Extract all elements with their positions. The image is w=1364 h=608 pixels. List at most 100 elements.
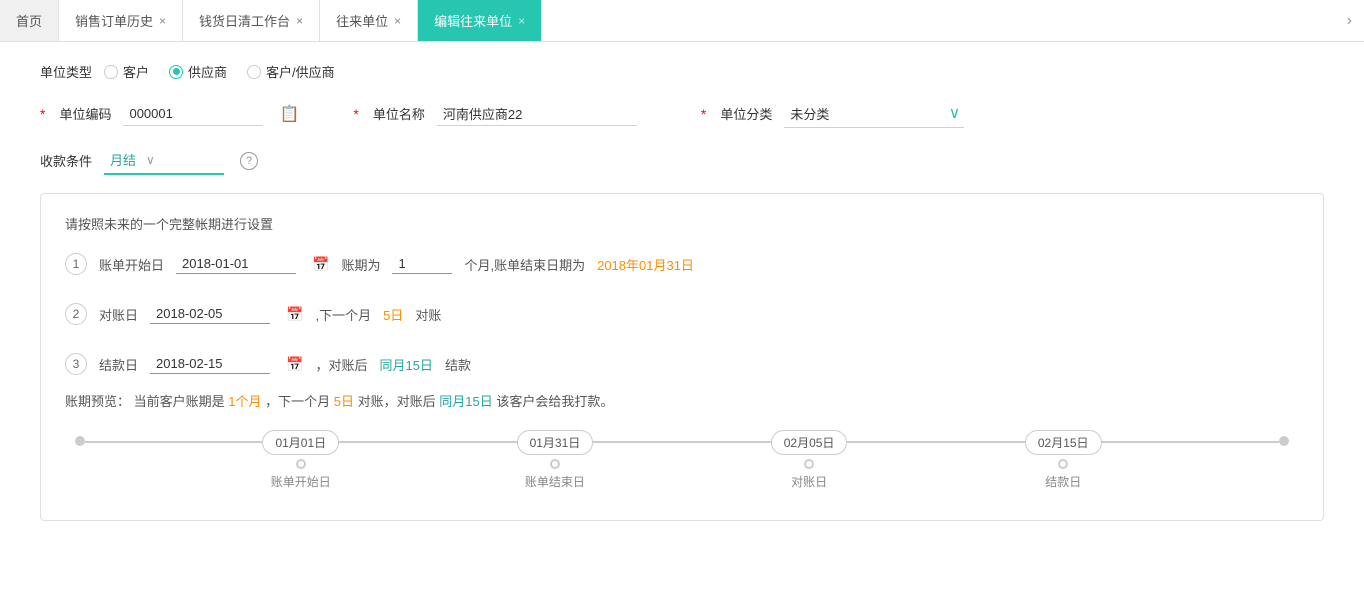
- page-content: 单位类型 客户 供应商 客户/供应商 * 单位编码 📋 * 单位名称: [0, 42, 1364, 608]
- category-dropdown-icon[interactable]: ∨: [945, 99, 965, 127]
- radio-both-label: 客户/供应商: [266, 62, 335, 81]
- step-2-suffix-end: 对账: [415, 305, 441, 324]
- step-3-calendar-icon[interactable]: 📅: [286, 356, 303, 373]
- timeline-dot-3: [804, 459, 814, 469]
- unit-name-input[interactable]: [437, 102, 637, 126]
- timeline-dot-4: [1058, 459, 1068, 469]
- tab-cash-workbench[interactable]: 钱货日清工作台 ×: [183, 0, 320, 41]
- timeline-left-dot-circle: [75, 436, 85, 446]
- unit-type-label: 单位类型: [40, 62, 92, 81]
- timeline-label-1: 账单开始日: [271, 473, 331, 490]
- step-2-date-input[interactable]: [150, 304, 270, 324]
- step-3-row: 3 结款日 📅 ，对账后 同月15日 结款: [65, 353, 1299, 375]
- step-3-num: 3: [65, 353, 87, 375]
- preview-text-4: 该客户会给我打款。: [496, 394, 613, 409]
- tab-sales-history-close[interactable]: ×: [159, 14, 166, 28]
- step-3-suffix-prefix: ，对账后: [315, 355, 367, 374]
- tab-counterparty-label: 往来单位: [336, 11, 388, 30]
- preview-text-2: ，下一个月: [265, 394, 330, 409]
- unit-code-input[interactable]: [123, 102, 263, 126]
- unit-category-required: *: [701, 106, 706, 122]
- step-2-num: 2: [65, 303, 87, 325]
- step-3-date-input[interactable]: [150, 354, 270, 374]
- step-1-label: 账单开始日: [99, 255, 164, 274]
- unit-type-row: 单位类型 客户 供应商 客户/供应商: [40, 62, 1324, 81]
- step-3-label: 结款日: [99, 355, 138, 374]
- timeline-left-dot: [75, 430, 85, 446]
- help-icon[interactable]: ?: [240, 152, 258, 170]
- step-2-highlight: 5日: [383, 305, 403, 324]
- tab-edit-counterparty[interactable]: 编辑往来单位 ×: [418, 0, 542, 41]
- payment-condition-value: 月结: [104, 146, 142, 173]
- timeline-right-dot: [1279, 430, 1289, 446]
- step-1-num: 1: [65, 253, 87, 275]
- tabs-scroll-arrow[interactable]: ›: [1335, 0, 1364, 41]
- tab-edit-counterparty-close[interactable]: ×: [518, 14, 525, 28]
- payment-condition-arrow[interactable]: ∨: [146, 153, 155, 167]
- step-1-period-suffix: 个月,账单结束日期为: [464, 255, 585, 274]
- step-1-period-input[interactable]: [392, 254, 452, 274]
- unit-code-label: 单位编码: [59, 104, 111, 123]
- radio-supplier-circle: [169, 65, 183, 79]
- tab-home-label: 首页: [16, 11, 42, 30]
- timeline-label-4: 结款日: [1045, 473, 1081, 490]
- radio-supplier-label: 供应商: [188, 62, 227, 81]
- unit-category-label: 单位分类: [720, 104, 772, 123]
- step-1-date-input[interactable]: [176, 254, 296, 274]
- payment-condition-select[interactable]: 月结 ∨: [104, 146, 224, 175]
- step-2-label: 对账日: [99, 305, 138, 324]
- tabs-bar: 首页 销售订单历史 × 钱货日清工作台 × 往来单位 × 编辑往来单位 × ›: [0, 0, 1364, 42]
- timeline-label-3: 对账日: [791, 473, 827, 490]
- step-1-period-prefix: 账期为: [341, 255, 380, 274]
- section-intro: 请按照未来的一个完整帐期进行设置: [65, 214, 1299, 233]
- radio-supplier[interactable]: 供应商: [169, 62, 227, 81]
- timeline-date-3: 02月05日: [771, 430, 848, 455]
- preview-highlight2: 5日: [334, 394, 354, 409]
- step-3-highlight: 同月15日: [379, 355, 432, 374]
- radio-customer-circle: [104, 65, 118, 79]
- period-settings-section: 请按照未来的一个完整帐期进行设置 1 账单开始日 📅 账期为 个月,账单结束日期…: [40, 193, 1324, 521]
- unit-code-required: *: [40, 106, 45, 122]
- timeline-point-1: 01月01日 账单开始日: [262, 430, 339, 490]
- radio-both-circle: [247, 65, 261, 79]
- unit-name-label: 单位名称: [373, 104, 425, 123]
- step-2-suffix-prefix: ,下一个月: [315, 305, 371, 324]
- unit-info-row: * 单位编码 📋 * 单位名称 * 单位分类 未分类 ∨: [40, 99, 1324, 128]
- radio-both[interactable]: 客户/供应商: [247, 62, 335, 81]
- timeline-point-3: 02月05日 对账日: [771, 430, 848, 490]
- timeline-dot-2: [550, 459, 560, 469]
- step-3-suffix-end: 结款: [445, 355, 471, 374]
- tab-cash-workbench-label: 钱货日清工作台: [199, 11, 290, 30]
- timeline-date-2: 01月31日: [517, 430, 594, 455]
- timeline-points: 01月01日 账单开始日 01月31日 账单结束日 02月05日: [75, 430, 1289, 490]
- tab-edit-counterparty-label: 编辑往来单位: [434, 11, 512, 30]
- unit-code-icon[interactable]: 📋: [279, 104, 299, 124]
- tab-sales-history[interactable]: 销售订单历史 ×: [59, 0, 183, 41]
- step-1-row: 1 账单开始日 📅 账期为 个月,账单结束日期为 2018年01月31日: [65, 253, 1299, 275]
- preview-highlight1: 1个月: [228, 394, 261, 409]
- radio-customer[interactable]: 客户: [104, 62, 149, 81]
- timeline-right-dot-circle: [1279, 436, 1289, 446]
- step-1-period-end: 2018年01月31日: [597, 255, 694, 274]
- tab-cash-workbench-close[interactable]: ×: [296, 14, 303, 28]
- step-1-calendar-icon[interactable]: 📅: [312, 256, 329, 273]
- preview-label: 账期预览：: [65, 394, 130, 409]
- step-2-row: 2 对账日 📅 ,下一个月 5日 对账: [65, 303, 1299, 325]
- unit-category-value: 未分类: [784, 100, 944, 127]
- preview-highlight3: 同月15日: [439, 394, 492, 409]
- unit-category-select[interactable]: 未分类 ∨: [784, 99, 964, 128]
- tab-counterparty[interactable]: 往来单位 ×: [320, 0, 418, 41]
- tab-counterparty-close[interactable]: ×: [394, 14, 401, 28]
- payment-condition-label: 收款条件: [40, 151, 92, 170]
- step-2-calendar-icon[interactable]: 📅: [286, 306, 303, 323]
- preview-text-1: 当前客户账期是: [134, 394, 225, 409]
- preview-text: 账期预览： 当前客户账期是 1个月 ，下一个月 5日 对账，对账后 同月15日 …: [65, 391, 1299, 410]
- timeline-label-2: 账单结束日: [525, 473, 585, 490]
- timeline-dot-1: [296, 459, 306, 469]
- tab-home[interactable]: 首页: [0, 0, 59, 41]
- timeline-date-1: 01月01日: [262, 430, 339, 455]
- unit-name-required: *: [353, 106, 358, 122]
- payment-condition-row: 收款条件 月结 ∨ ?: [40, 146, 1324, 175]
- preview-text-3: 对账，对账后: [358, 394, 436, 409]
- timeline-date-4: 02月15日: [1025, 430, 1102, 455]
